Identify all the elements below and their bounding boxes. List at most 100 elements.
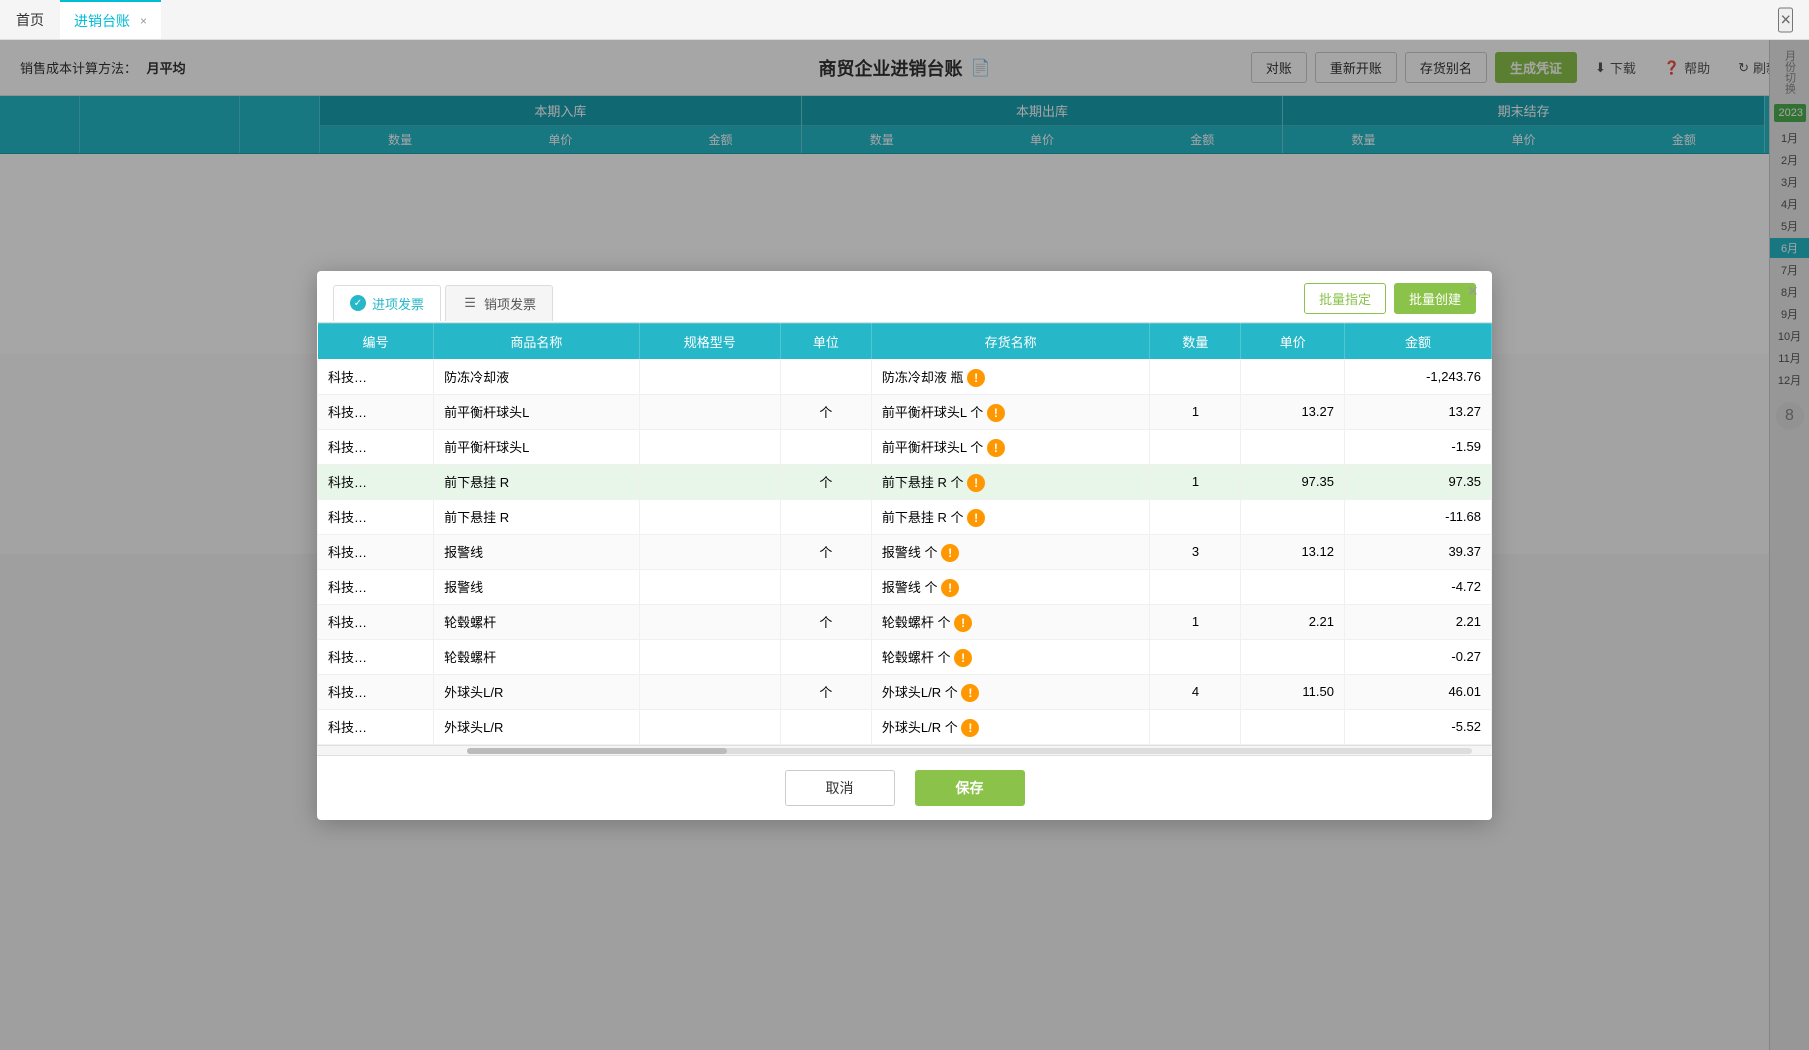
- table-row[interactable]: 科技… 外球头L/R 外球头L/R 个 ! -5.52: [318, 709, 1492, 744]
- batch-create-button[interactable]: 批量创建: [1394, 283, 1476, 314]
- cell-price: 97.35: [1241, 464, 1345, 499]
- cell-amount: -1,243.76: [1345, 359, 1492, 394]
- cell-qty: 1: [1150, 464, 1241, 499]
- cell-name: 报警线: [434, 534, 640, 569]
- cell-name: 防冻冷却液: [434, 359, 640, 394]
- top-bar: 首页 进销台账 × ×: [0, 0, 1809, 40]
- table-row[interactable]: 科技… 轮毂螺杆 个 轮毂螺杆 个 ! 1 2.21 2.21: [318, 604, 1492, 639]
- cell-price: 2.21: [1241, 604, 1345, 639]
- cell-unit: [780, 569, 871, 604]
- tab-active-label: 进销台账: [74, 11, 130, 31]
- tab-in-label: 进项发票: [372, 294, 424, 313]
- cell-unit: 个: [780, 604, 871, 639]
- table-row[interactable]: 科技… 报警线 报警线 个 ! -4.72: [318, 569, 1492, 604]
- table-row[interactable]: 科技… 前平衡杆球头L 个 前平衡杆球头L 个 ! 1 13.27 13.27: [318, 394, 1492, 429]
- cell-unit: 个: [780, 464, 871, 499]
- cell-price: [1241, 499, 1345, 534]
- table-row[interactable]: 科技… 前下悬挂 R 前下悬挂 R 个 ! -11.68: [318, 499, 1492, 534]
- cell-id: 科技…: [318, 429, 434, 464]
- save-button[interactable]: 保存: [915, 770, 1025, 806]
- invoice-in-icon: ✓: [350, 295, 366, 311]
- cell-amount: -4.72: [1345, 569, 1492, 604]
- col-id: 编号: [318, 323, 434, 359]
- col-qty: 数量: [1150, 323, 1241, 359]
- cell-amount: 39.37: [1345, 534, 1492, 569]
- cell-name: 外球头L/R: [434, 674, 640, 709]
- cell-qty: [1150, 359, 1241, 394]
- table-row[interactable]: 科技… 前平衡杆球头L 前平衡杆球头L 个 ! -1.59: [318, 429, 1492, 464]
- cell-name: 外球头L/R: [434, 709, 640, 744]
- cell-qty: 1: [1150, 394, 1241, 429]
- cell-spec: [639, 394, 780, 429]
- batch-assign-button[interactable]: 批量指定: [1304, 283, 1386, 314]
- cell-qty: [1150, 569, 1241, 604]
- cell-id: 科技…: [318, 709, 434, 744]
- tab-out-label: 销项发票: [484, 294, 536, 313]
- cell-id: 科技…: [318, 499, 434, 534]
- cell-qty: 4: [1150, 674, 1241, 709]
- cell-store: 外球头L/R 个 !: [871, 709, 1150, 744]
- cell-price: [1241, 639, 1345, 674]
- cell-unit: [780, 709, 871, 744]
- cell-store: 防冻冷却液 瓶 !: [871, 359, 1150, 394]
- cell-amount: -11.68: [1345, 499, 1492, 534]
- cancel-button[interactable]: 取消: [785, 770, 895, 806]
- cell-spec: [639, 569, 780, 604]
- cell-id: 科技…: [318, 674, 434, 709]
- modal-overlay: ✓ 进项发票 ☰ 销项发票 批量指定 批量创建 × 编号: [0, 40, 1809, 1050]
- cell-spec: [639, 639, 780, 674]
- cell-id: 科技…: [318, 604, 434, 639]
- cell-price: 11.50: [1241, 674, 1345, 709]
- cell-name: 前平衡杆球头L: [434, 394, 640, 429]
- cell-name: 轮毂螺杆: [434, 639, 640, 674]
- tab-invoice-out[interactable]: ☰ 销项发票: [445, 285, 553, 321]
- cell-unit: [780, 429, 871, 464]
- cell-qty: 1: [1150, 604, 1241, 639]
- warn-icon: !: [987, 439, 1005, 457]
- cell-store: 轮毂螺杆 个 !: [871, 639, 1150, 674]
- warn-icon: !: [941, 544, 959, 562]
- cell-name: 前平衡杆球头L: [434, 429, 640, 464]
- table-row[interactable]: 科技… 外球头L/R 个 外球头L/R 个 ! 4 11.50 46.01: [318, 674, 1492, 709]
- tab-home-label: 首页: [16, 10, 44, 30]
- col-amount: 金额: [1345, 323, 1492, 359]
- col-spec: 规格型号: [639, 323, 780, 359]
- cell-id: 科技…: [318, 534, 434, 569]
- table-row[interactable]: 科技… 报警线 个 报警线 个 ! 3 13.12 39.37: [318, 534, 1492, 569]
- main-content: 销售成本计算方法： 月平均 商贸企业进销台账 📄 对账 重新开账 存货别名 生成…: [0, 40, 1809, 1050]
- tab-home[interactable]: 首页: [0, 0, 60, 39]
- cell-store: 外球头L/R 个 !: [871, 674, 1150, 709]
- tab-close-icon[interactable]: ×: [140, 14, 147, 28]
- table-row[interactable]: 科技… 防冻冷却液 防冻冷却液 瓶 ! -1,243.76: [318, 359, 1492, 394]
- cell-qty: [1150, 639, 1241, 674]
- col-unit: 单位: [780, 323, 871, 359]
- warn-icon: !: [967, 509, 985, 527]
- cell-qty: [1150, 429, 1241, 464]
- tab-invoice-in[interactable]: ✓ 进项发票: [333, 285, 441, 321]
- cell-spec: [639, 359, 780, 394]
- window-close-button[interactable]: ×: [1778, 7, 1793, 32]
- cell-unit: 个: [780, 534, 871, 569]
- cell-store: 报警线 个 !: [871, 534, 1150, 569]
- warn-icon: !: [941, 579, 959, 597]
- cell-spec: [639, 709, 780, 744]
- cell-spec: [639, 499, 780, 534]
- table-row[interactable]: 科技… 轮毂螺杆 轮毂螺杆 个 ! -0.27: [318, 639, 1492, 674]
- table-row[interactable]: 科技… 前下悬挂 R 个 前下悬挂 R 个 ! 1 97.35 97.35: [318, 464, 1492, 499]
- cell-name: 报警线: [434, 569, 640, 604]
- cell-id: 科技…: [318, 394, 434, 429]
- cell-unit: [780, 359, 871, 394]
- warn-icon: !: [961, 684, 979, 702]
- modal-footer: 取消 保存: [317, 755, 1492, 820]
- warn-icon: !: [967, 474, 985, 492]
- modal-close-button[interactable]: ×: [1467, 281, 1478, 302]
- cell-amount: 13.27: [1345, 394, 1492, 429]
- scrollbar-thumb: [467, 748, 727, 754]
- tab-active[interactable]: 进销台账 ×: [60, 0, 161, 39]
- cell-id: 科技…: [318, 639, 434, 674]
- cell-qty: [1150, 499, 1241, 534]
- warn-icon: !: [954, 649, 972, 667]
- cell-store: 报警线 个 !: [871, 569, 1150, 604]
- modal-header-actions: 批量指定 批量创建: [1304, 283, 1476, 322]
- cell-unit: 个: [780, 674, 871, 709]
